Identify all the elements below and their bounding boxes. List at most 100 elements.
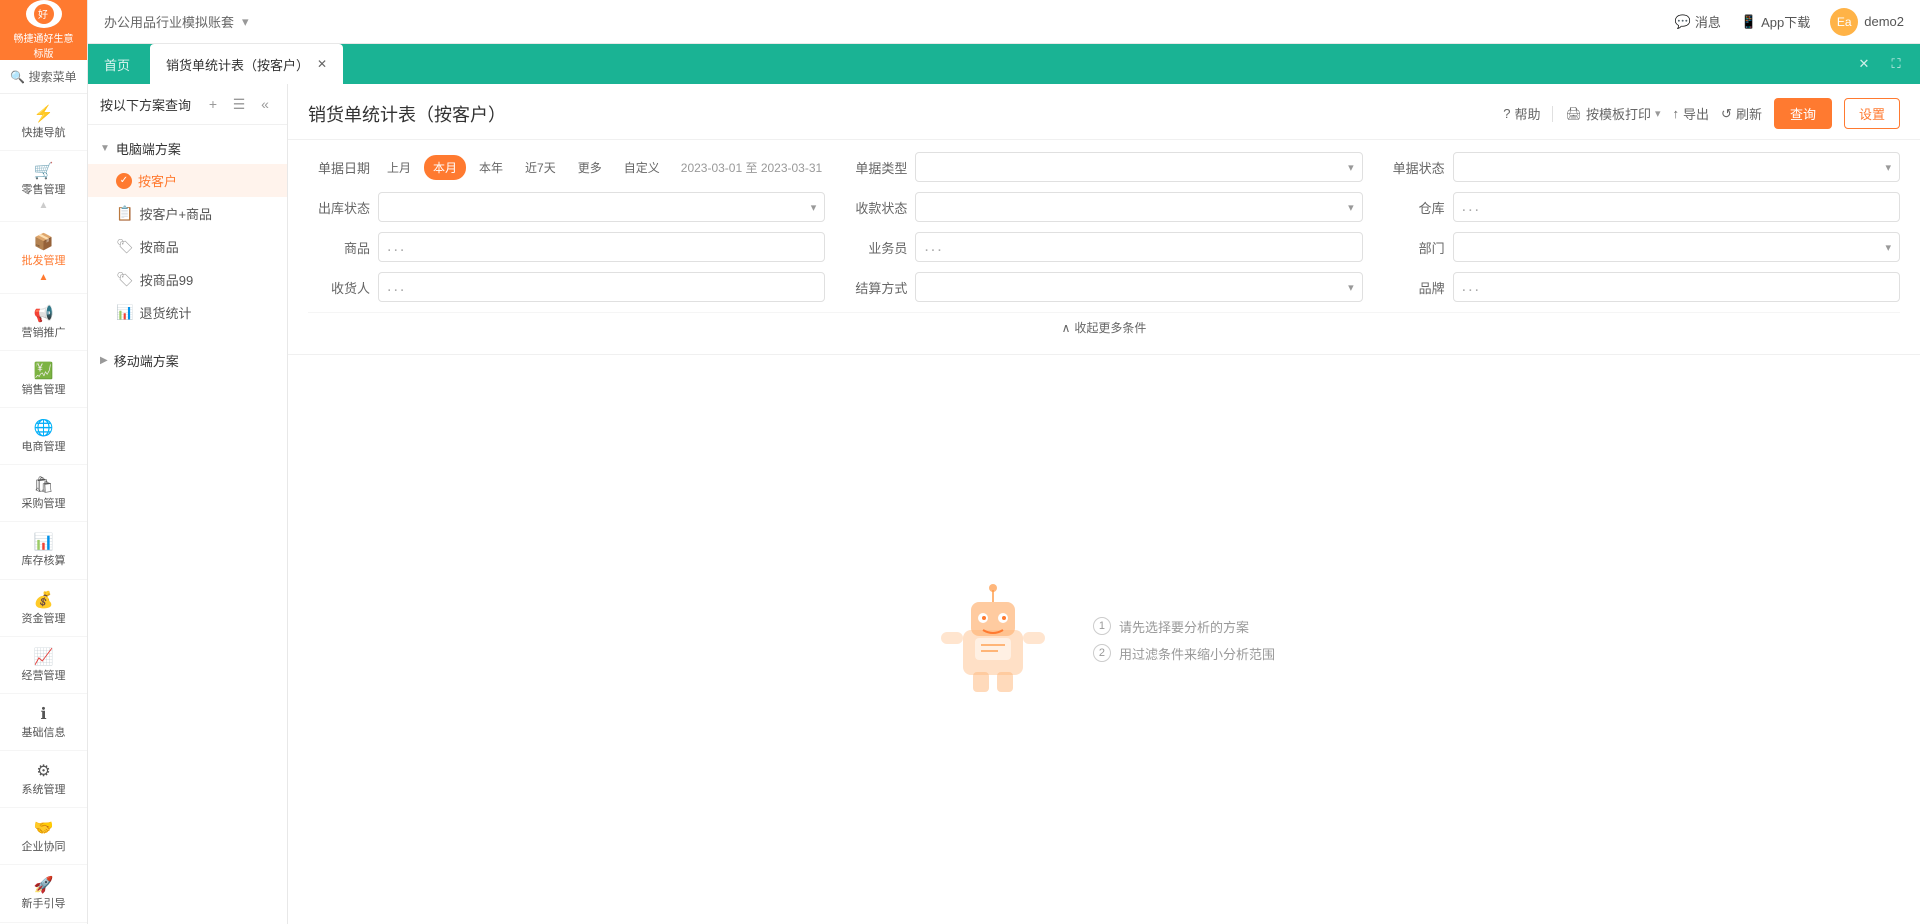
- filter-row-receiver: 收货人 ... 结算方式 ▾ 品牌: [308, 272, 1900, 302]
- settlement-select[interactable]: ▾: [915, 272, 1362, 302]
- sidebar-search[interactable]: 🔍 搜索菜单: [0, 60, 87, 94]
- message-button[interactable]: 💬 消息: [1675, 12, 1721, 31]
- tab-close-icon[interactable]: ✕: [317, 57, 327, 71]
- tree-section-mobile: ▶ 移动端方案: [88, 337, 287, 384]
- sidebar-item-marketing[interactable]: 📢 营销推广: [0, 294, 87, 351]
- sidebar-item-inventory[interactable]: 📊 库存核算: [0, 522, 87, 579]
- purchase-icon: 🛍: [33, 475, 53, 495]
- date-tab-last-month[interactable]: 上月: [378, 155, 420, 180]
- tree-child-by-goods[interactable]: 🏷 按商品: [88, 230, 287, 263]
- sidebar-item-purchase[interactable]: 🛍 采购管理: [0, 465, 87, 522]
- filter-row-date: 单据日期 上月 本月 本年 近7天 更多 自定义 2023-03-01 至 20…: [308, 152, 1900, 182]
- tab-sales-stats[interactable]: 销货单统计表（按客户） ✕: [150, 44, 343, 84]
- tree-child-refund[interactable]: 📊 退货统计: [88, 296, 287, 329]
- divider: [1552, 106, 1553, 122]
- sidebar-item-ecommerce[interactable]: 🌐 电商管理: [0, 408, 87, 465]
- warehouse-select[interactable]: ...: [1453, 192, 1900, 222]
- order-status-select[interactable]: ▾: [1453, 152, 1900, 182]
- tree-child-by-goods-99[interactable]: 🏷 按商品99: [88, 263, 287, 296]
- main-content: 销货单统计表（按客户） ? 帮助 🖨 按模板打印 ▾ ↑ 导出: [288, 84, 1920, 924]
- active-tab-label: 销货单统计表（按客户）: [166, 55, 309, 74]
- template-print-button[interactable]: 🖨 按模板打印 ▾: [1565, 104, 1660, 123]
- panel-add-button[interactable]: +: [203, 94, 223, 114]
- sidebar-item-sales[interactable]: 💹 销售管理: [0, 351, 87, 408]
- header-left: 办公用品行业模拟账套 ▾: [104, 12, 249, 31]
- panel-collapse-button[interactable]: «: [255, 94, 275, 114]
- settings-button[interactable]: 设置: [1844, 98, 1900, 129]
- department-select[interactable]: ▾: [1453, 232, 1900, 262]
- query-button[interactable]: 查询: [1774, 98, 1832, 129]
- newbie-icon: 🚀: [34, 875, 54, 895]
- search-label: 搜索菜单: [29, 70, 77, 84]
- date-tab-more[interactable]: 更多: [569, 155, 611, 180]
- refresh-label: 刷新: [1736, 104, 1762, 123]
- tree-arrow-icon: ▶: [100, 355, 108, 366]
- sidebar-item-basic[interactable]: ℹ 基础信息: [0, 694, 87, 751]
- goods-control: ...: [378, 232, 825, 262]
- date-tab-this-year[interactable]: 本年: [470, 155, 512, 180]
- svg-text:好: 好: [38, 9, 48, 21]
- collapse-more-button[interactable]: ∧ 收起更多条件: [308, 312, 1900, 342]
- tree-child-by-customer[interactable]: ✓ 按客户: [88, 164, 287, 197]
- out-status-select[interactable]: ▾: [378, 192, 825, 222]
- receipt-status-select[interactable]: ▾: [915, 192, 1362, 222]
- cooperation-icon: 🤝: [34, 818, 54, 838]
- tree-child-label: 按商品99: [140, 270, 193, 289]
- salesperson-select[interactable]: ...: [915, 232, 1362, 262]
- sidebar-item-cooperation[interactable]: 🤝 企业协同: [0, 808, 87, 865]
- help-link[interactable]: ? 帮助: [1503, 104, 1540, 123]
- date-tab-this-month[interactable]: 本月: [424, 155, 466, 180]
- sidebar-item-quick-nav[interactable]: ⚡ 快捷导航: [0, 94, 87, 151]
- tree-parent-label: 电脑端方案: [116, 139, 181, 158]
- ecommerce-icon: 🌐: [34, 418, 54, 438]
- expand-arrow-active: ▲: [39, 272, 49, 283]
- date-tab-7days[interactable]: 近7天: [516, 155, 565, 180]
- order-status-label: 单据状态: [1383, 158, 1453, 177]
- brand-select[interactable]: ...: [1453, 272, 1900, 302]
- marketing-icon: 📢: [34, 304, 54, 324]
- panel-edit-button[interactable]: ☰: [229, 94, 249, 114]
- export-button[interactable]: ↑ 导出: [1673, 104, 1710, 123]
- header-dropdown-arrow[interactable]: ▾: [242, 14, 249, 30]
- app-download-button[interactable]: 📱 App下载: [1741, 12, 1810, 31]
- date-range-text: 2023-03-01 至 2023-03-31: [681, 159, 822, 176]
- step-1-text: 请先选择要分析的方案: [1119, 617, 1249, 636]
- sidebar-item-finance[interactable]: 💰 资金管理: [0, 580, 87, 637]
- home-tab-label: 首页: [104, 55, 130, 74]
- operation-icon: 📈: [34, 647, 54, 667]
- sidebar-item-label: 营销推广: [22, 327, 66, 340]
- active-dot-icon: ✓: [120, 175, 128, 186]
- query-label: 查询: [1790, 104, 1816, 123]
- order-type-select[interactable]: ▾: [915, 152, 1362, 182]
- empty-content: 1 请先选择要分析的方案 2 用过滤条件来缩小分析范围: [933, 580, 1275, 700]
- user-menu[interactable]: Ea demo2: [1830, 8, 1904, 36]
- tab-close-button[interactable]: ✕: [1852, 52, 1876, 76]
- close-icon: ✕: [1859, 56, 1870, 72]
- tree-parent-mobile-label: 移动端方案: [114, 351, 179, 370]
- brand-label: 品牌: [1383, 278, 1453, 297]
- sidebar-item-system[interactable]: ⚙ 系统管理: [0, 751, 87, 808]
- sidebar-item-retail[interactable]: 🛒 零售管理 ▲: [0, 151, 87, 222]
- sidebar-item-wholesale[interactable]: 📦 批发管理 ▲: [0, 222, 87, 293]
- tab-maximize-button[interactable]: ⛶: [1884, 52, 1908, 76]
- tree-arrow-icon: ▼: [100, 143, 110, 154]
- date-tab-custom[interactable]: 自定义: [615, 155, 669, 180]
- collapse-icon: «: [261, 96, 269, 112]
- expand-arrow: ▲: [39, 200, 49, 211]
- content-area: 按以下方案查询 + ☰ « ▼ 电脑端方案: [88, 84, 1920, 924]
- avatar: Ea: [1830, 8, 1858, 36]
- tree-parent-desktop[interactable]: ▼ 电脑端方案: [88, 133, 287, 164]
- sidebar-item-newbie[interactable]: 🚀 新手引导: [0, 865, 87, 922]
- department-control: ▾: [1453, 232, 1900, 262]
- sidebar-item-operation[interactable]: 📈 经营管理: [0, 637, 87, 694]
- sidebar-item-label: 快捷导航: [22, 127, 66, 140]
- add-icon: +: [209, 96, 217, 112]
- tab-home[interactable]: 首页: [88, 44, 146, 84]
- sidebar-item-label: 批发管理: [22, 255, 66, 268]
- tree-child-by-customer-goods[interactable]: 📋 按客户+商品: [88, 197, 287, 230]
- sidebar-item-label: 电商管理: [22, 441, 66, 454]
- refresh-button[interactable]: ↺ 刷新: [1721, 104, 1762, 123]
- tree-parent-mobile[interactable]: ▶ 移动端方案: [88, 345, 287, 376]
- goods-select[interactable]: ...: [378, 232, 825, 262]
- receiver-select[interactable]: ...: [378, 272, 825, 302]
